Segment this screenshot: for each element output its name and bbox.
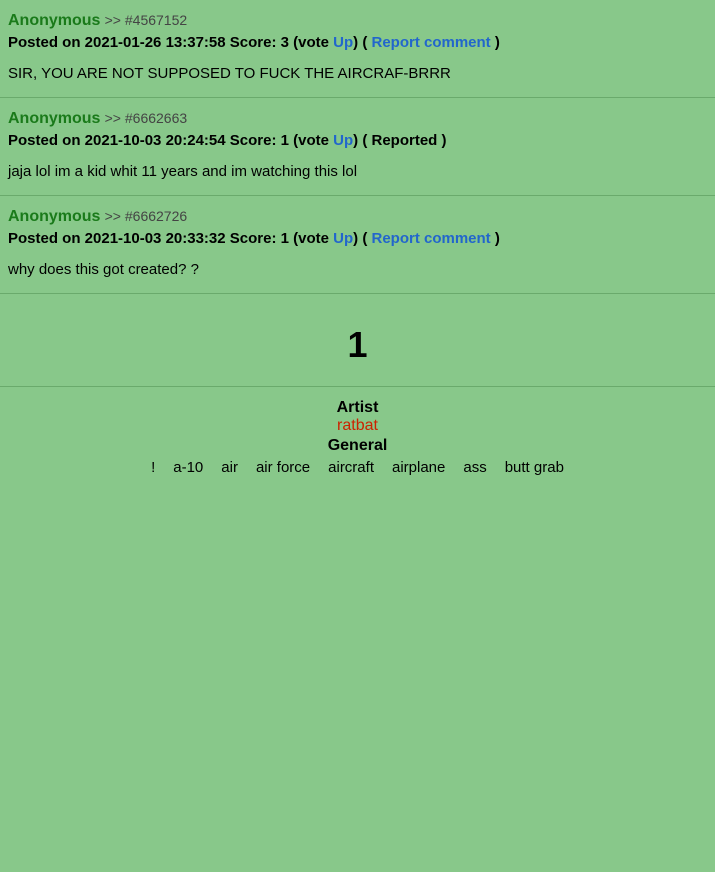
comment-2-posted: Posted on 2021-10-03 20:24:54 Score: 1 (… <box>8 132 329 149</box>
comment-1-author: Anonymous <box>8 12 100 29</box>
footer-tag-item[interactable]: a-10 <box>173 459 203 476</box>
comment-2: Anonymous >> #6662663 Posted on 2021-10-… <box>0 98 715 196</box>
comment-1-meta: Posted on 2021-01-26 13:37:58 Score: 3 (… <box>8 32 707 55</box>
footer-tag-item[interactable]: ! <box>151 459 155 476</box>
comment-1: Anonymous >> #4567152 Posted on 2021-01-… <box>0 0 715 98</box>
footer-tag-item[interactable]: air <box>221 459 238 476</box>
comment-2-body: jaja lol im a kid whit 11 years and im w… <box>8 161 707 184</box>
comment-3: Anonymous >> #6662726 Posted on 2021-10-… <box>0 196 715 294</box>
comment-3-meta: Posted on 2021-10-03 20:33:32 Score: 1 (… <box>8 228 707 251</box>
comment-1-sep: ) ( <box>353 34 367 51</box>
footer-general-label: General <box>8 437 707 455</box>
comment-3-close: ) <box>495 230 500 247</box>
comment-3-vote-up[interactable]: Up <box>333 230 353 247</box>
comment-2-report: Reported <box>372 132 438 149</box>
comment-2-meta: Posted on 2021-10-03 20:24:54 Score: 1 (… <box>8 130 707 153</box>
comment-3-sep: ) ( <box>353 230 367 247</box>
footer-tag-item[interactable]: ass <box>463 459 486 476</box>
comment-3-posted: Posted on 2021-10-03 20:33:32 Score: 1 (… <box>8 230 329 247</box>
comment-1-vote-up[interactable]: Up <box>333 34 353 51</box>
comment-3-author: Anonymous <box>8 208 100 225</box>
page-number[interactable]: 1 <box>347 324 367 365</box>
comment-2-vote-up[interactable]: Up <box>333 132 353 149</box>
comment-2-close: ) <box>442 132 447 149</box>
footer: Artist ratbat General ! a-10 air air force a… <box>0 386 715 488</box>
comment-3-body: why does this got created? ? <box>8 259 707 282</box>
footer-artist-label: Artist <box>8 399 707 417</box>
comment-2-author: Anonymous <box>8 110 100 127</box>
comment-1-posted: Posted on 2021-01-26 13:37:58 Score: 3 (… <box>8 34 329 51</box>
comment-2-id: >> #6662663 <box>105 110 188 126</box>
comment-3-id: >> #6662726 <box>105 208 188 224</box>
footer-artist-name[interactable]: ratbat <box>8 417 707 435</box>
comment-1-body: SIR, YOU ARE NOT SUPPOSED TO FUCK THE AI… <box>8 63 707 86</box>
comment-1-report[interactable]: Report comment <box>372 34 491 51</box>
footer-tags: ! a-10 air air force aircraft airplane ass butt… <box>8 459 707 476</box>
comment-2-header: Anonymous >> #6662663 <box>8 110 707 128</box>
comment-3-report[interactable]: Report comment <box>372 230 491 247</box>
footer-tag-item[interactable]: air force <box>256 459 310 476</box>
footer-tag-item[interactable]: airplane <box>392 459 445 476</box>
comment-1-id: >> #4567152 <box>105 12 188 28</box>
comment-1-header: Anonymous >> #4567152 <box>8 12 707 30</box>
footer-tag-item[interactable]: butt grab <box>505 459 564 476</box>
comments-list: Anonymous >> #4567152 Posted on 2021-01-… <box>0 0 715 294</box>
comment-3-header: Anonymous >> #6662726 <box>8 208 707 226</box>
footer-tag-item[interactable]: aircraft <box>328 459 374 476</box>
comment-2-sep: ) ( <box>353 132 367 149</box>
comment-1-close: ) <box>495 34 500 51</box>
pagination: 1 <box>0 294 715 386</box>
